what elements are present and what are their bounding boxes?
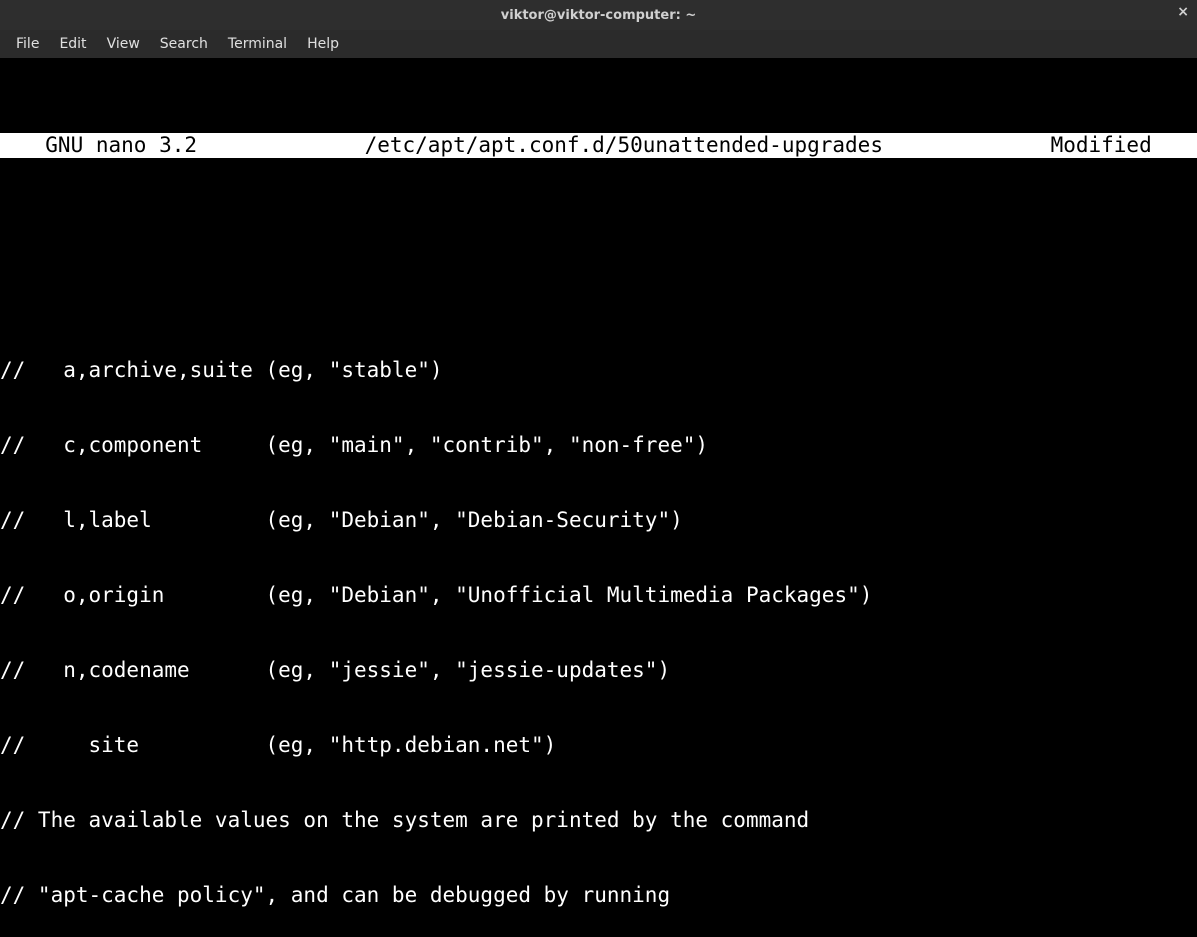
editor-line: // o,origin (eg, "Debian", "Unofficial M… (0, 583, 1197, 608)
window-titlebar: viktor@viktor-computer: ~ × (0, 0, 1197, 30)
menubar: File Edit View Search Terminal Help (0, 30, 1197, 58)
menu-help[interactable]: Help (297, 32, 349, 56)
nano-file-path: /etc/apt/apt.conf.d/50unattended-upgrade… (197, 133, 1051, 158)
editor-line: // The available values on the system ar… (0, 808, 1197, 833)
editor-line (0, 283, 1197, 308)
nano-app-name: GNU nano 3.2 (0, 133, 197, 158)
editor-line: // a,archive,suite (eg, "stable") (0, 358, 1197, 383)
terminal-area[interactable]: GNU nano 3.2 /etc/apt/apt.conf.d/50unatt… (0, 58, 1197, 937)
editor-line: // l,label (eg, "Debian", "Debian-Securi… (0, 508, 1197, 533)
editor-line: // n,codename (eg, "jessie", "jessie-upd… (0, 658, 1197, 683)
editor-content[interactable]: // a,archive,suite (eg, "stable") // c,c… (0, 233, 1197, 937)
editor-line: // "apt-cache policy", and can be debugg… (0, 883, 1197, 908)
nano-header: GNU nano 3.2 /etc/apt/apt.conf.d/50unatt… (0, 133, 1197, 158)
menu-edit[interactable]: Edit (49, 32, 96, 56)
nano-status: Modified (1051, 133, 1197, 158)
editor-line: // c,component (eg, "main", "contrib", "… (0, 433, 1197, 458)
editor-line: // site (eg, "http.debian.net") (0, 733, 1197, 758)
menu-terminal[interactable]: Terminal (218, 32, 297, 56)
close-icon[interactable]: × (1177, 4, 1189, 20)
menu-search[interactable]: Search (150, 32, 218, 56)
menu-file[interactable]: File (6, 32, 49, 56)
window-title: viktor@viktor-computer: ~ (501, 8, 696, 23)
menu-view[interactable]: View (97, 32, 150, 56)
